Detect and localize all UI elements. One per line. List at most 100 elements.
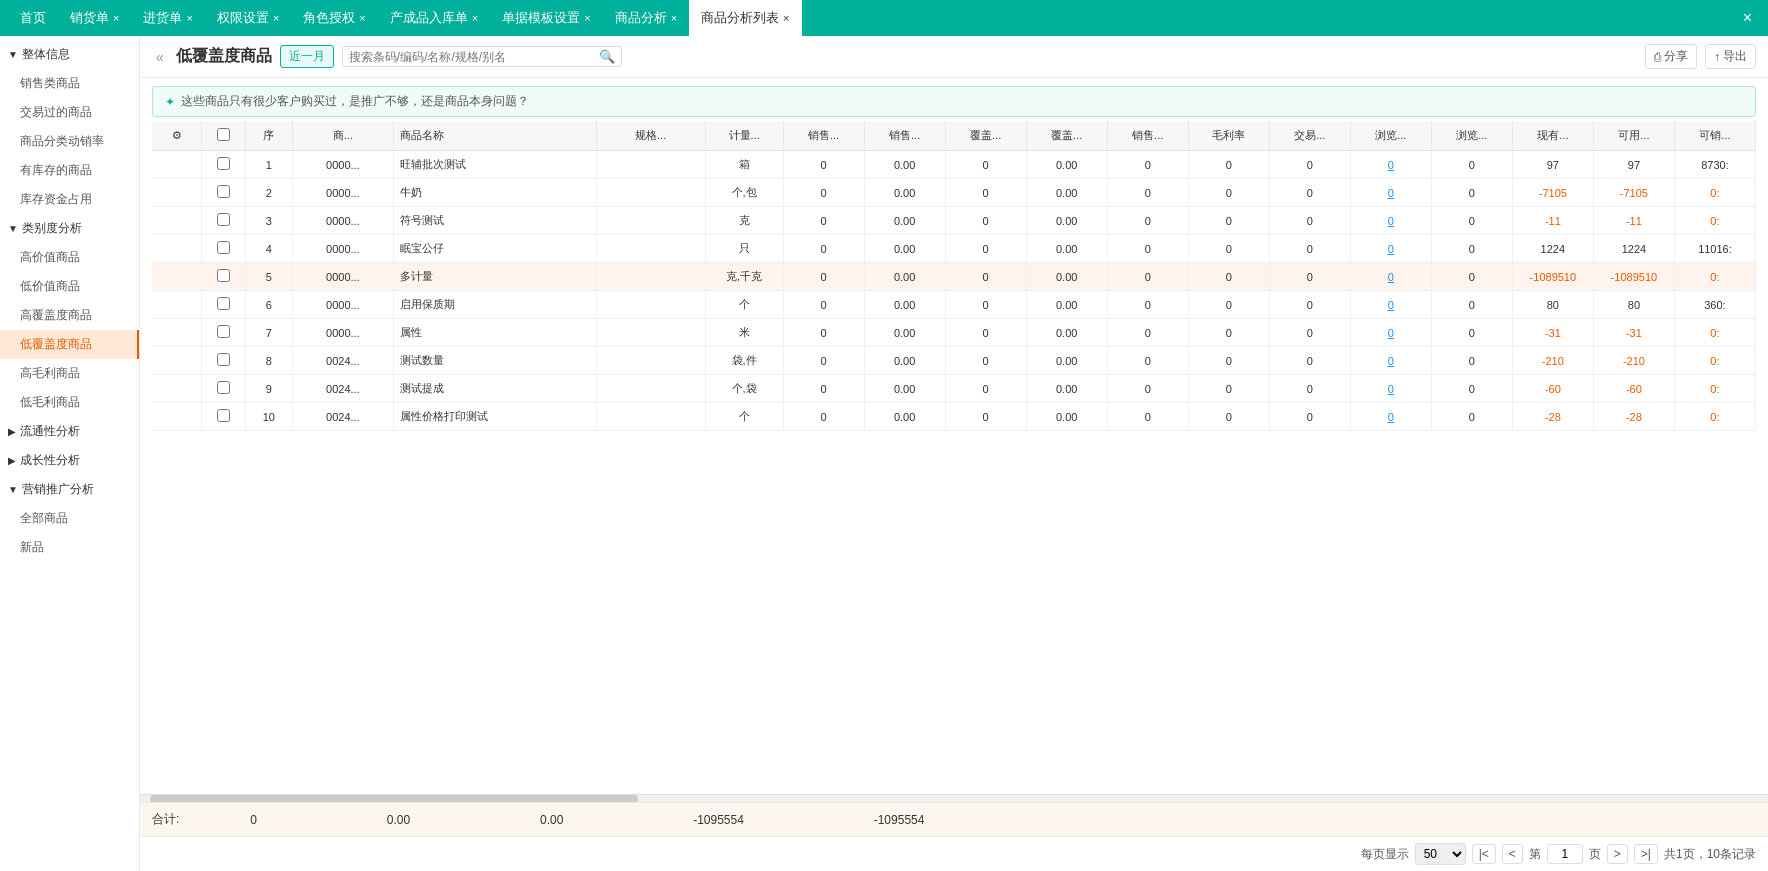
col-header-profit-rate[interactable]: 毛利率 bbox=[1188, 121, 1269, 151]
row-checkbox[interactable] bbox=[217, 381, 230, 394]
nav-sales-order[interactable]: 销货单 × bbox=[58, 0, 131, 36]
row-checkbox[interactable] bbox=[217, 157, 230, 170]
row-checkbox[interactable] bbox=[217, 241, 230, 254]
cell-check[interactable] bbox=[202, 263, 246, 291]
cell-browse1[interactable]: 0 bbox=[1350, 403, 1431, 431]
nav-home[interactable]: 首页 bbox=[8, 0, 58, 36]
page-number-input[interactable] bbox=[1547, 844, 1583, 864]
nav-permission[interactable]: 权限设置 × bbox=[205, 0, 291, 36]
nav-close-purchase[interactable]: × bbox=[186, 0, 192, 36]
nav-close-inbound[interactable]: × bbox=[472, 0, 478, 36]
row-checkbox[interactable] bbox=[217, 213, 230, 226]
sidebar-item-inventory-capital[interactable]: 库存资金占用 bbox=[0, 185, 139, 214]
sidebar-section-growth[interactable]: ▶ 成长性分析 bbox=[0, 446, 139, 475]
col-header-unit[interactable]: 计量... bbox=[705, 121, 783, 151]
sidebar-item-high-profit[interactable]: 高毛利商品 bbox=[0, 359, 139, 388]
prev-page-button[interactable]: < bbox=[1502, 844, 1523, 864]
col-header-browse2[interactable]: 浏览... bbox=[1431, 121, 1512, 151]
sidebar-item-low-profit[interactable]: 低毛利商品 bbox=[0, 388, 139, 417]
last-page-button[interactable]: >| bbox=[1634, 844, 1658, 864]
sidebar-item-new-products[interactable]: 新品 bbox=[0, 533, 139, 562]
col-header-sales-qty[interactable]: 销售... bbox=[783, 121, 864, 151]
cell-check[interactable] bbox=[202, 207, 246, 235]
cell-browse1[interactable]: 0 bbox=[1350, 319, 1431, 347]
sidebar-item-high-value[interactable]: 高价值商品 bbox=[0, 243, 139, 272]
cell-browse1[interactable]: 0 bbox=[1350, 179, 1431, 207]
sidebar-item-high-coverage[interactable]: 高覆盖度商品 bbox=[0, 301, 139, 330]
cell-browse1[interactable]: 0 bbox=[1350, 263, 1431, 291]
col-header-check[interactable] bbox=[202, 121, 246, 151]
nav-close-analysis-list[interactable]: × bbox=[783, 0, 789, 36]
row-checkbox[interactable] bbox=[217, 325, 230, 338]
nav-close-template[interactable]: × bbox=[584, 0, 590, 36]
cell-browse1[interactable]: 0 bbox=[1350, 207, 1431, 235]
cell-check[interactable] bbox=[202, 151, 246, 179]
sidebar-item-stocked[interactable]: 有库存的商品 bbox=[0, 156, 139, 185]
row-checkbox[interactable] bbox=[217, 297, 230, 310]
nav-role-auth[interactable]: 角色授权 × bbox=[291, 0, 377, 36]
row-checkbox[interactable] bbox=[217, 269, 230, 282]
nav-analysis-list[interactable]: 商品分析列表 × bbox=[689, 0, 801, 36]
col-header-trade[interactable]: 交易... bbox=[1269, 121, 1350, 151]
search-input[interactable] bbox=[349, 50, 599, 64]
sidebar-section-flow[interactable]: ▶ 流通性分析 bbox=[0, 417, 139, 446]
sidebar-item-low-value[interactable]: 低价值商品 bbox=[0, 272, 139, 301]
cell-browse1[interactable]: 0 bbox=[1350, 235, 1431, 263]
col-header-available[interactable]: 可用... bbox=[1593, 121, 1674, 151]
col-header-spec[interactable]: 规格... bbox=[596, 121, 705, 151]
nav-product-inbound[interactable]: 产成品入库单 × bbox=[378, 0, 490, 36]
horizontal-scrollbar[interactable] bbox=[140, 794, 1768, 802]
row-checkbox[interactable] bbox=[217, 185, 230, 198]
sidebar-item-low-coverage[interactable]: 低覆盖度商品 bbox=[0, 330, 139, 359]
sidebar-item-traded-products[interactable]: 交易过的商品 bbox=[0, 98, 139, 127]
nav-close-permission[interactable]: × bbox=[273, 0, 279, 36]
col-header-current[interactable]: 现有... bbox=[1512, 121, 1593, 151]
sidebar-item-category-rate[interactable]: 商品分类动销率 bbox=[0, 127, 139, 156]
col-header-sales-amt[interactable]: 销售... bbox=[864, 121, 945, 151]
col-header-name[interactable]: 商品名称 bbox=[394, 121, 597, 151]
cell-browse1[interactable]: 0 bbox=[1350, 347, 1431, 375]
sidebar-section-overall[interactable]: ▼ 整体信息 bbox=[0, 40, 139, 69]
col-header-saleable[interactable]: 可销... bbox=[1674, 121, 1755, 151]
cell-check[interactable] bbox=[202, 403, 246, 431]
col-header-settings[interactable]: ⚙ bbox=[152, 121, 202, 151]
sidebar-section-marketing[interactable]: ▼ 营销推广分析 bbox=[0, 475, 139, 504]
cell-check[interactable] bbox=[202, 179, 246, 207]
nav-purchase-order[interactable]: 进货单 × bbox=[131, 0, 204, 36]
col-header-cover1[interactable]: 覆盖... bbox=[945, 121, 1026, 151]
page-size-select[interactable]: 50 100 200 bbox=[1415, 843, 1466, 865]
row-checkbox[interactable] bbox=[217, 409, 230, 422]
nav-product-analysis[interactable]: 商品分析 × bbox=[603, 0, 689, 36]
cell-check[interactable] bbox=[202, 235, 246, 263]
cell-check[interactable] bbox=[202, 375, 246, 403]
close-all-button[interactable]: × bbox=[1735, 9, 1760, 27]
nav-close-sales[interactable]: × bbox=[113, 0, 119, 36]
nav-template-settings[interactable]: 单据模板设置 × bbox=[490, 0, 602, 36]
cell-check[interactable] bbox=[202, 291, 246, 319]
nav-close-analysis[interactable]: × bbox=[671, 0, 677, 36]
col-header-code[interactable]: 商... bbox=[292, 121, 393, 151]
cell-unit: 箱 bbox=[705, 151, 783, 179]
col-header-cover2[interactable]: 覆盖... bbox=[1026, 121, 1107, 151]
first-page-button[interactable]: |< bbox=[1472, 844, 1496, 864]
export-button[interactable]: ↑ 导出 bbox=[1705, 44, 1756, 69]
col-header-browse1[interactable]: 浏览... bbox=[1350, 121, 1431, 151]
col-header-sales3[interactable]: 销售... bbox=[1107, 121, 1188, 151]
row-checkbox[interactable] bbox=[217, 353, 230, 366]
sidebar-item-sales-products[interactable]: 销售类商品 bbox=[0, 69, 139, 98]
sidebar-collapse-button[interactable]: « bbox=[152, 47, 168, 67]
nav-close-role[interactable]: × bbox=[359, 0, 365, 36]
cell-profit-rate: 0 bbox=[1188, 179, 1269, 207]
cell-browse1[interactable]: 0 bbox=[1350, 291, 1431, 319]
cell-check[interactable] bbox=[202, 347, 246, 375]
sidebar-item-all-products[interactable]: 全部商品 bbox=[0, 504, 139, 533]
sidebar-section-category-analysis[interactable]: ▼ 类别度分析 bbox=[0, 214, 139, 243]
cell-check[interactable] bbox=[202, 319, 246, 347]
select-all-checkbox[interactable] bbox=[217, 128, 230, 141]
cell-browse1[interactable]: 0 bbox=[1350, 151, 1431, 179]
date-filter-button[interactable]: 近一月 bbox=[280, 45, 334, 68]
cell-browse1[interactable]: 0 bbox=[1350, 375, 1431, 403]
next-page-button[interactable]: > bbox=[1607, 844, 1628, 864]
share-button[interactable]: ⎙ 分享 bbox=[1645, 44, 1697, 69]
search-icon[interactable]: 🔍 bbox=[599, 49, 615, 64]
